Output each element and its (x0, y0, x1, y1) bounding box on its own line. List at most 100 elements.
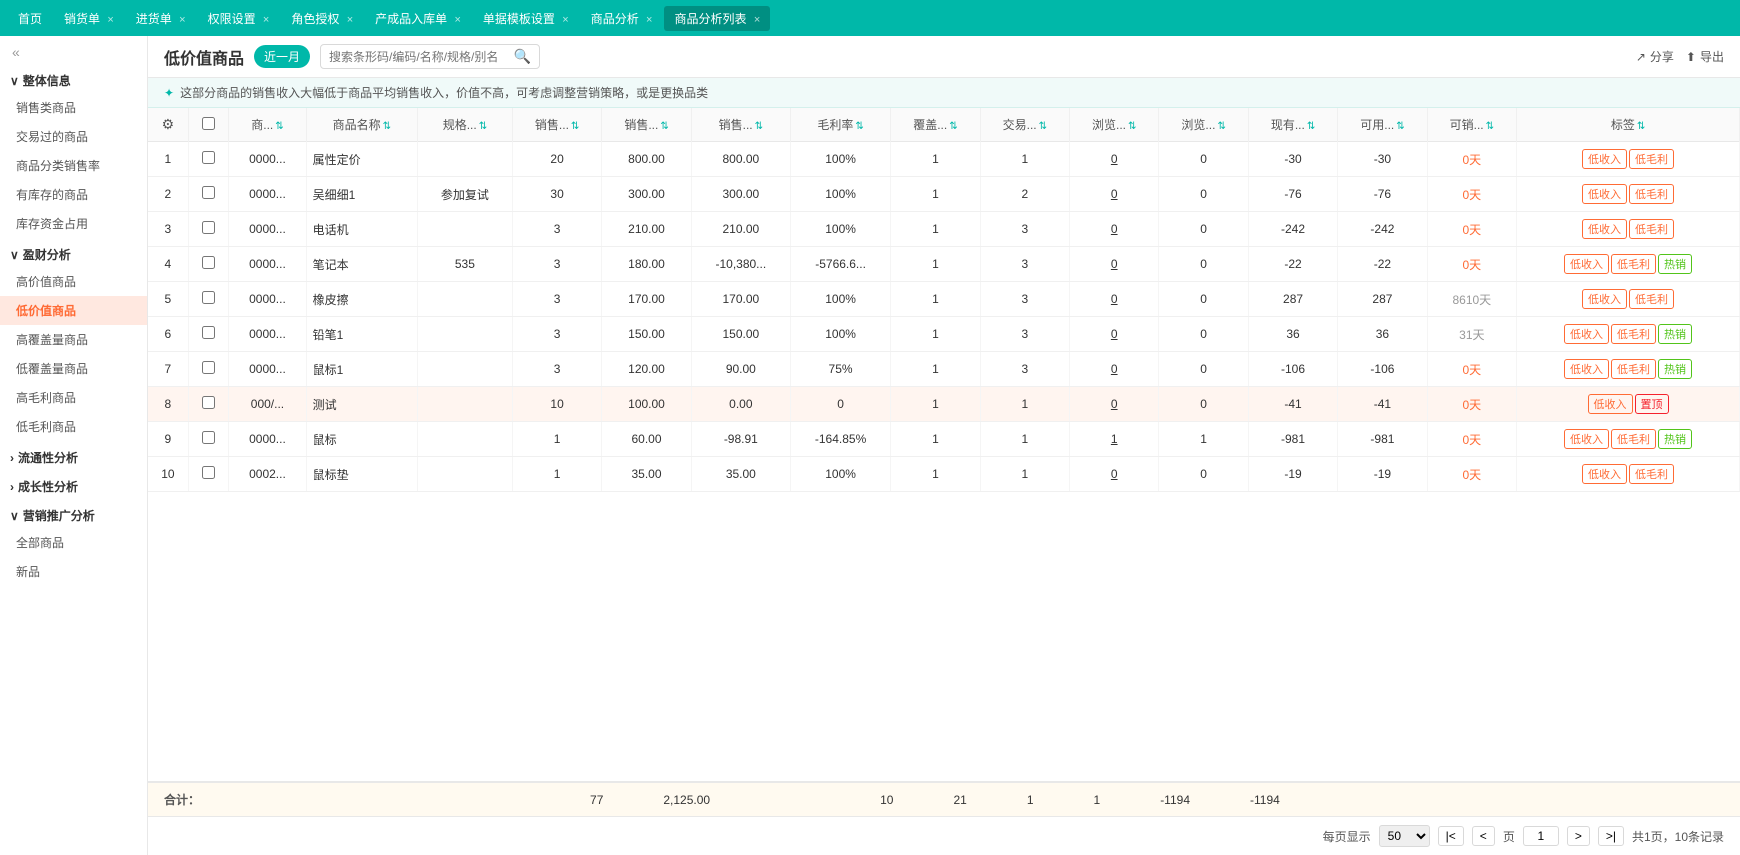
th-browse2[interactable]: 浏览...⇅ (1159, 108, 1248, 142)
cell-s7[interactable]: 0 (1070, 282, 1159, 317)
close-icon[interactable]: × (562, 14, 568, 26)
cell-name[interactable]: 测试 (306, 387, 417, 422)
row-checkbox[interactable] (202, 186, 215, 199)
cell-name[interactable]: 属性定价 (306, 142, 417, 177)
cell-s7[interactable]: 0 (1070, 247, 1159, 282)
close-icon[interactable]: × (646, 14, 652, 26)
nav-perm[interactable]: 权限设置 × (198, 6, 280, 31)
sidebar-item-high-profit[interactable]: 高毛利商品 (0, 383, 147, 412)
browse-link[interactable]: 0 (1111, 257, 1118, 271)
cell-name[interactable]: 橡皮擦 (306, 282, 417, 317)
th-code[interactable]: 商...⇅ (229, 108, 306, 142)
cell-name[interactable]: 鼠标垫 (306, 457, 417, 492)
row-checkbox[interactable] (202, 396, 215, 409)
nav-purchase[interactable]: 进货单 × (126, 6, 196, 31)
sidebar-item-new-goods[interactable]: 新品 (0, 557, 147, 586)
th-tags[interactable]: 标签⇅ (1517, 108, 1740, 142)
row-checkbox[interactable] (202, 361, 215, 374)
sidebar-collapse-btn[interactable]: « (8, 44, 24, 60)
browse-link[interactable]: 1 (1111, 432, 1118, 446)
sidebar-group-marketing[interactable]: ∨ 营销推广分析 (0, 499, 147, 528)
cell-name[interactable]: 鼠标 (306, 422, 417, 457)
prev-page-btn[interactable]: < (1472, 826, 1495, 846)
sidebar-item-low-profit[interactable]: 低毛利商品 (0, 412, 147, 441)
close-icon[interactable]: × (263, 14, 269, 26)
sidebar-item-low-coverage[interactable]: 低覆盖量商品 (0, 354, 147, 383)
row-checkbox[interactable] (202, 291, 215, 304)
th-available[interactable]: 可用...⇅ (1338, 108, 1427, 142)
th-checkbox[interactable] (188, 108, 228, 142)
sidebar-group-overall[interactable]: ∨ 整体信息 (0, 64, 147, 93)
nav-sales[interactable]: 销货单 × (54, 6, 124, 31)
th-settings[interactable]: ⚙ (148, 108, 188, 142)
cell-checkbox[interactable] (188, 247, 228, 282)
sidebar-item-traded-goods[interactable]: 交易过的商品 (0, 122, 147, 151)
sidebar-item-all-goods[interactable]: 全部商品 (0, 528, 147, 557)
cell-s7[interactable]: 0 (1070, 142, 1159, 177)
last-page-btn[interactable]: >| (1598, 826, 1624, 846)
th-s2[interactable]: 销售...⇅ (602, 108, 691, 142)
nav-goods-analysis-list[interactable]: 商品分析列表 × (664, 6, 770, 31)
browse-link[interactable]: 0 (1111, 222, 1118, 236)
close-icon[interactable]: × (179, 14, 185, 26)
row-checkbox[interactable] (202, 151, 215, 164)
close-icon[interactable]: × (454, 14, 460, 26)
next-page-btn[interactable]: > (1567, 826, 1590, 846)
th-stock[interactable]: 现有...⇅ (1248, 108, 1337, 142)
date-filter-button[interactable]: 近一月 (254, 45, 310, 68)
cell-checkbox[interactable] (188, 352, 228, 387)
nav-template[interactable]: 单据模板设置 × (473, 6, 579, 31)
nav-production[interactable]: 产成品入库单 × (365, 6, 471, 31)
close-icon[interactable]: × (107, 14, 113, 26)
select-all-checkbox[interactable] (202, 117, 215, 130)
cell-checkbox[interactable] (188, 457, 228, 492)
sidebar-item-sales-goods[interactable]: 销售类商品 (0, 93, 147, 122)
sidebar-item-category-sales-rate[interactable]: 商品分类销售率 (0, 151, 147, 180)
close-icon[interactable]: × (754, 14, 760, 26)
sidebar-item-stock-goods[interactable]: 有库存的商品 (0, 180, 147, 209)
sidebar-group-profit[interactable]: ∨ 盈财分析 (0, 238, 147, 267)
browse-link[interactable]: 0 (1111, 152, 1118, 166)
search-input[interactable] (329, 50, 508, 64)
cell-s7[interactable]: 0 (1070, 352, 1159, 387)
cell-s7[interactable]: 1 (1070, 422, 1159, 457)
sidebar-group-liquidity[interactable]: › 流通性分析 (0, 441, 147, 470)
cell-s7[interactable]: 0 (1070, 387, 1159, 422)
cell-s7[interactable]: 0 (1070, 317, 1159, 352)
row-checkbox[interactable] (202, 431, 215, 444)
nav-role[interactable]: 角色授权 × (281, 6, 363, 31)
nav-goods-analysis[interactable]: 商品分析 × (581, 6, 663, 31)
th-s3[interactable]: 销售...⇅ (691, 108, 790, 142)
export-button[interactable]: ⬆ 导出 (1686, 48, 1724, 65)
th-browse1[interactable]: 浏览...⇅ (1070, 108, 1159, 142)
cell-checkbox[interactable] (188, 317, 228, 352)
th-trade[interactable]: 交易...⇅ (980, 108, 1069, 142)
settings-icon[interactable]: ⚙ (162, 116, 175, 132)
first-page-btn[interactable]: |< (1438, 826, 1464, 846)
cell-checkbox[interactable] (188, 387, 228, 422)
browse-link[interactable]: 0 (1111, 467, 1118, 481)
page-size-select[interactable]: 50 100 200 (1379, 825, 1430, 847)
cell-checkbox[interactable] (188, 177, 228, 212)
cell-checkbox[interactable] (188, 422, 228, 457)
cell-s7[interactable]: 0 (1070, 457, 1159, 492)
sidebar-item-high-coverage[interactable]: 高覆盖量商品 (0, 325, 147, 354)
row-checkbox[interactable] (202, 326, 215, 339)
share-button[interactable]: ↗ 分享 (1636, 48, 1674, 65)
sidebar-group-growth[interactable]: › 成长性分析 (0, 470, 147, 499)
nav-home[interactable]: 首页 (8, 6, 52, 31)
th-sellable[interactable]: 可销...⇅ (1427, 108, 1516, 142)
th-coverage[interactable]: 覆盖...⇅ (891, 108, 980, 142)
sidebar-item-stock-capital[interactable]: 库存资金占用 (0, 209, 147, 238)
sidebar-item-low-value[interactable]: 低价值商品 (0, 296, 147, 325)
close-icon[interactable]: × (347, 14, 353, 26)
cell-name[interactable]: 电话机 (306, 212, 417, 247)
th-s1[interactable]: 销售...⇅ (512, 108, 601, 142)
cell-name[interactable]: 铅笔1 (306, 317, 417, 352)
cell-s7[interactable]: 0 (1070, 177, 1159, 212)
cell-checkbox[interactable] (188, 212, 228, 247)
page-number-input[interactable] (1523, 826, 1559, 846)
search-icon[interactable]: 🔍 (514, 48, 531, 65)
th-name[interactable]: 商品名称⇅ (306, 108, 417, 142)
browse-link[interactable]: 0 (1111, 292, 1118, 306)
